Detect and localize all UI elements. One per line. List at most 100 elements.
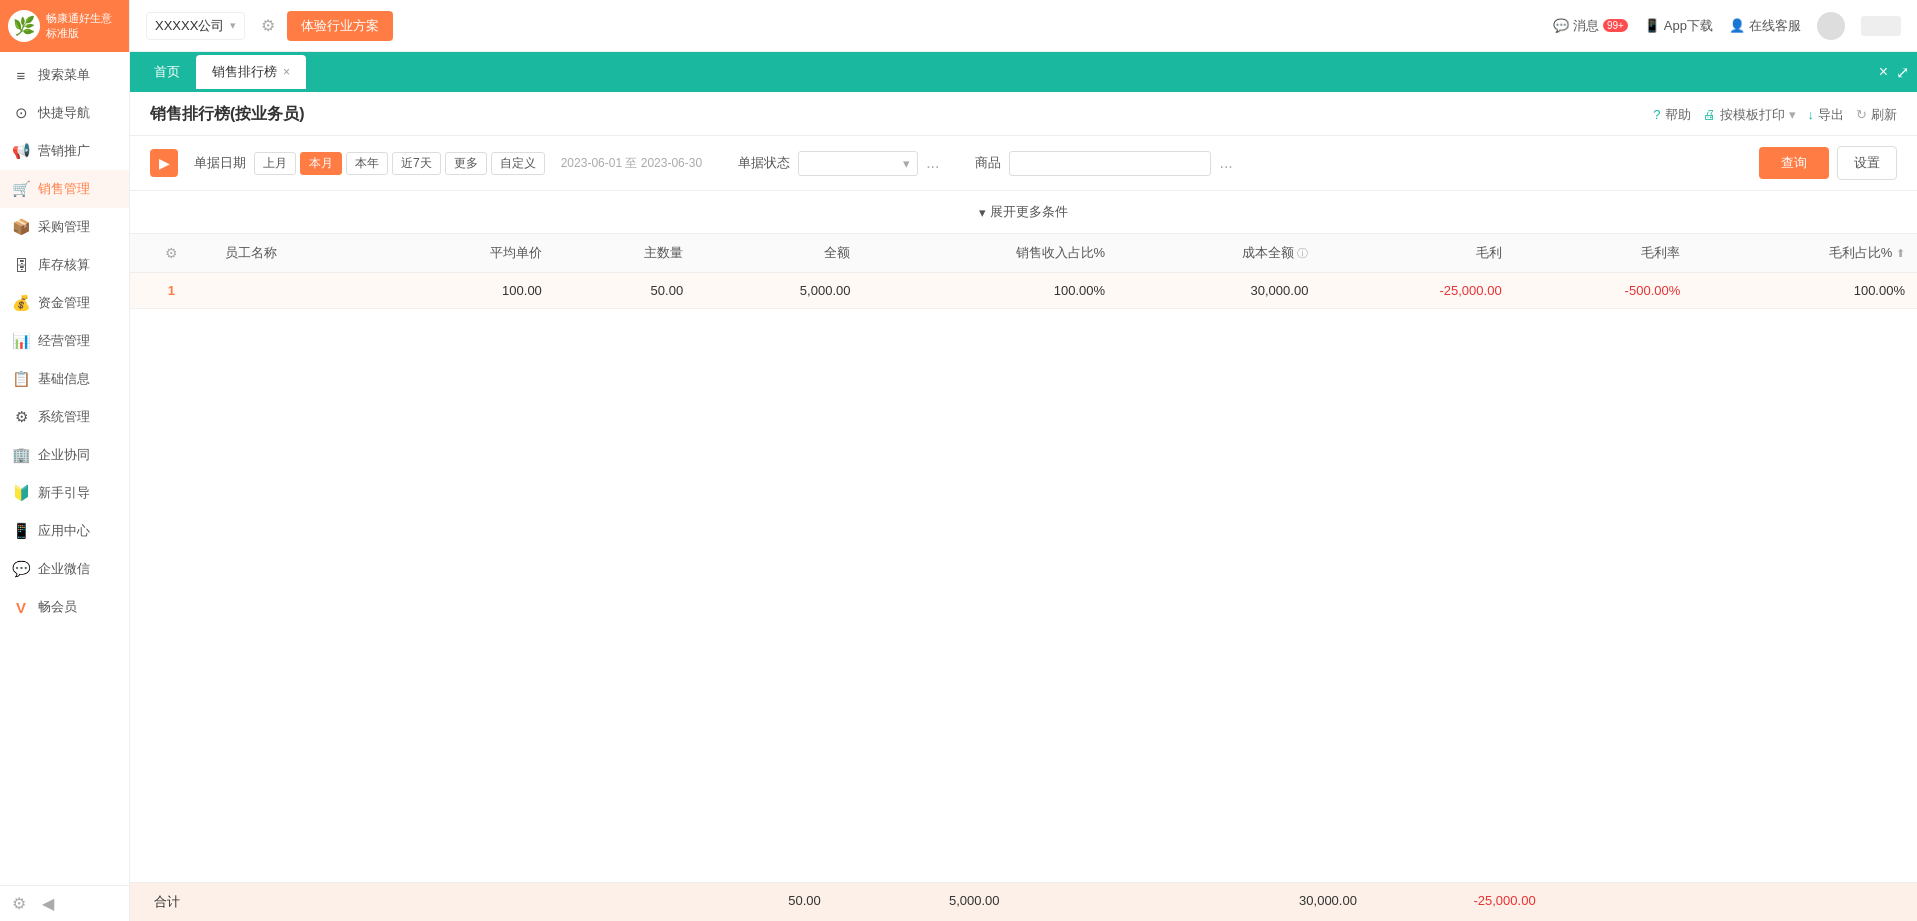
filter-collapse-btn[interactable]: ▶: [150, 149, 178, 177]
message-button[interactable]: 💬 消息 99+: [1553, 17, 1628, 35]
sales-icon: 🛒: [12, 180, 30, 198]
table-area: ⚙ 员工名称 平均单价 主数量 全额 销售收入占比% 成本全额 ⓘ 毛利 毛利率…: [130, 234, 1917, 921]
col-rank: ⚙: [130, 234, 213, 273]
date-filter-buttons: 上月 本月 本年 近7天 更多 自定义: [254, 152, 545, 175]
setting-button[interactable]: 设置: [1837, 146, 1897, 180]
col-main-qty: 主数量: [554, 234, 695, 273]
date-btn-more[interactable]: 更多: [445, 152, 487, 175]
sidebar-settings-icon[interactable]: ⚙: [12, 894, 26, 913]
purchase-icon: 📦: [12, 218, 30, 236]
quick-nav-icon: ⊙: [12, 104, 30, 122]
sidebar-item-purchase[interactable]: 📦 采购管理: [0, 208, 129, 246]
sidebar-item-guide[interactable]: 🔰 新手引导: [0, 474, 129, 512]
query-button[interactable]: 查询: [1759, 147, 1829, 179]
sidebar-collapse-icon[interactable]: ◀: [42, 894, 54, 913]
sidebar-item-app-center[interactable]: 📱 应用中心: [0, 512, 129, 550]
finance-icon: 💰: [12, 294, 30, 312]
status-select[interactable]: [798, 151, 918, 176]
sidebar-item-label: 企业协同: [38, 446, 90, 464]
content-area: 销售排行榜(按业务员) ? 帮助 🖨 按模板打印 ▾ ↓ 导出: [130, 92, 1917, 921]
date-btn-custom[interactable]: 自定义: [491, 152, 545, 175]
sidebar-item-marketing[interactable]: 📢 营销推广: [0, 132, 129, 170]
sidebar-item-sales[interactable]: 🛒 销售管理: [0, 170, 129, 208]
footer-profit: -25,000.00: [1369, 893, 1548, 911]
help-button[interactable]: ? 帮助: [1653, 106, 1690, 124]
cell-profit: -25,000.00: [1320, 273, 1513, 309]
tabbar-right: × ⤢: [1879, 63, 1909, 82]
refresh-label: 刷新: [1871, 106, 1897, 124]
message-badge: 99+: [1603, 19, 1628, 32]
sidebar-item-system[interactable]: ⚙ 系统管理: [0, 398, 129, 436]
page-header: 销售排行榜(按业务员) ? 帮助 🖨 按模板打印 ▾ ↓ 导出: [130, 92, 1917, 136]
print-label: 按模板打印: [1720, 106, 1785, 124]
sidebar-item-inventory[interactable]: 🗄 库存核算: [0, 246, 129, 284]
system-icon: ⚙: [12, 408, 30, 426]
user-avatar[interactable]: [1817, 12, 1845, 40]
tab-close-icon[interactable]: ×: [283, 65, 290, 79]
sidebar-item-operations[interactable]: 📊 经营管理: [0, 322, 129, 360]
date-btn-this-month[interactable]: 本月: [300, 152, 342, 175]
sidebar-item-vip[interactable]: V 畅会员: [0, 588, 129, 626]
window-close-icon[interactable]: ×: [1879, 63, 1888, 81]
tab-sales-ranking[interactable]: 销售排行榜 ×: [196, 55, 306, 89]
export-label: 导出: [1818, 106, 1844, 124]
sidebar-item-label: 经营管理: [38, 332, 90, 350]
chevron-down-icon: ▾: [230, 19, 236, 32]
cost-info-icon: ⓘ: [1297, 247, 1308, 259]
footer-amount: 5,000.00: [833, 893, 1012, 911]
tab-home[interactable]: 首页: [138, 55, 196, 89]
company-selector[interactable]: XXXXX公司 ▾: [146, 12, 245, 40]
table-wrap[interactable]: ⚙ 员工名称 平均单价 主数量 全额 销售收入占比% 成本全额 ⓘ 毛利 毛利率…: [130, 234, 1917, 882]
logo-text: 畅康通好生意 标准版: [46, 11, 112, 42]
sidebar-item-search[interactable]: ≡ 搜索菜单: [0, 56, 129, 94]
message-icon: 💬: [1553, 18, 1569, 33]
sidebar-item-label: 应用中心: [38, 522, 90, 540]
company-name: XXXXX公司: [155, 17, 224, 35]
sidebar-item-basic-info[interactable]: 📋 基础信息: [0, 360, 129, 398]
table-body: 1 100.00 50.00 5,000.00 100.00% 30,000.0…: [130, 273, 1917, 309]
date-btn-last-month[interactable]: 上月: [254, 152, 296, 175]
col-cost: 成本全额 ⓘ: [1117, 234, 1320, 273]
goods-filter-input[interactable]: [1009, 151, 1211, 176]
expand-more-btn[interactable]: ▾ 展开更多条件: [979, 195, 1068, 229]
marketing-icon: 📢: [12, 142, 30, 160]
sidebar-item-label: 销售管理: [38, 180, 90, 198]
print-button[interactable]: 🖨 按模板打印 ▾: [1703, 106, 1796, 124]
sidebar-item-finance[interactable]: 💰 资金管理: [0, 284, 129, 322]
cell-avg-price: 100.00: [383, 273, 553, 309]
topbar-right: 💬 消息 99+ 📱 App下载 👤 在线客服: [1553, 12, 1901, 40]
expand-label: 展开更多条件: [990, 203, 1068, 221]
refresh-button[interactable]: ↻ 刷新: [1856, 106, 1897, 124]
message-label: 消息: [1573, 17, 1599, 35]
vip-icon: V: [12, 599, 30, 616]
goods-more-icon[interactable]: ...: [1219, 154, 1232, 172]
date-btn-this-year[interactable]: 本年: [346, 152, 388, 175]
cell-name: [213, 273, 383, 309]
filter-bar: ▶ 单据日期 上月 本月 本年 近7天 更多 自定义 2023-06-01 至 …: [130, 136, 1917, 191]
guide-icon: 🔰: [12, 484, 30, 502]
logo-icon: 🌿: [8, 10, 40, 42]
topbar-settings-icon[interactable]: ⚙: [261, 16, 275, 35]
filter-date-item: 单据日期 上月 本月 本年 近7天 更多 自定义: [194, 152, 545, 175]
user-name-placeholder: [1861, 16, 1901, 36]
sidebar-item-enterprise[interactable]: 🏢 企业协同: [0, 436, 129, 474]
sidebar-item-wechat[interactable]: 💬 企业微信: [0, 550, 129, 588]
date-btn-7days[interactable]: 近7天: [392, 152, 441, 175]
app-download-button[interactable]: 📱 App下载: [1644, 17, 1713, 35]
trial-button[interactable]: 体验行业方案: [287, 11, 393, 41]
sidebar-item-label: 企业微信: [38, 560, 90, 578]
page-title-row: 销售排行榜(按业务员) ? 帮助 🖨 按模板打印 ▾ ↓ 导出: [150, 104, 1897, 135]
export-button[interactable]: ↓ 导出: [1808, 106, 1845, 124]
window-expand-icon[interactable]: ⤢: [1896, 63, 1909, 82]
filter-goods-item: 商品 ...: [975, 151, 1232, 176]
basic-info-icon: 📋: [12, 370, 30, 388]
goods-filter-label: 商品: [975, 154, 1001, 172]
sidebar-item-label: 库存核算: [38, 256, 90, 274]
date-filter-label: 单据日期: [194, 154, 246, 172]
online-service-button[interactable]: 👤 在线客服: [1729, 17, 1801, 35]
online-service-label: 在线客服: [1749, 17, 1801, 35]
sidebar-item-label: 采购管理: [38, 218, 90, 236]
status-more-icon[interactable]: ...: [926, 154, 939, 172]
col-settings-icon[interactable]: ⚙: [165, 245, 178, 261]
sidebar-item-quick-nav[interactable]: ⊙ 快捷导航: [0, 94, 129, 132]
